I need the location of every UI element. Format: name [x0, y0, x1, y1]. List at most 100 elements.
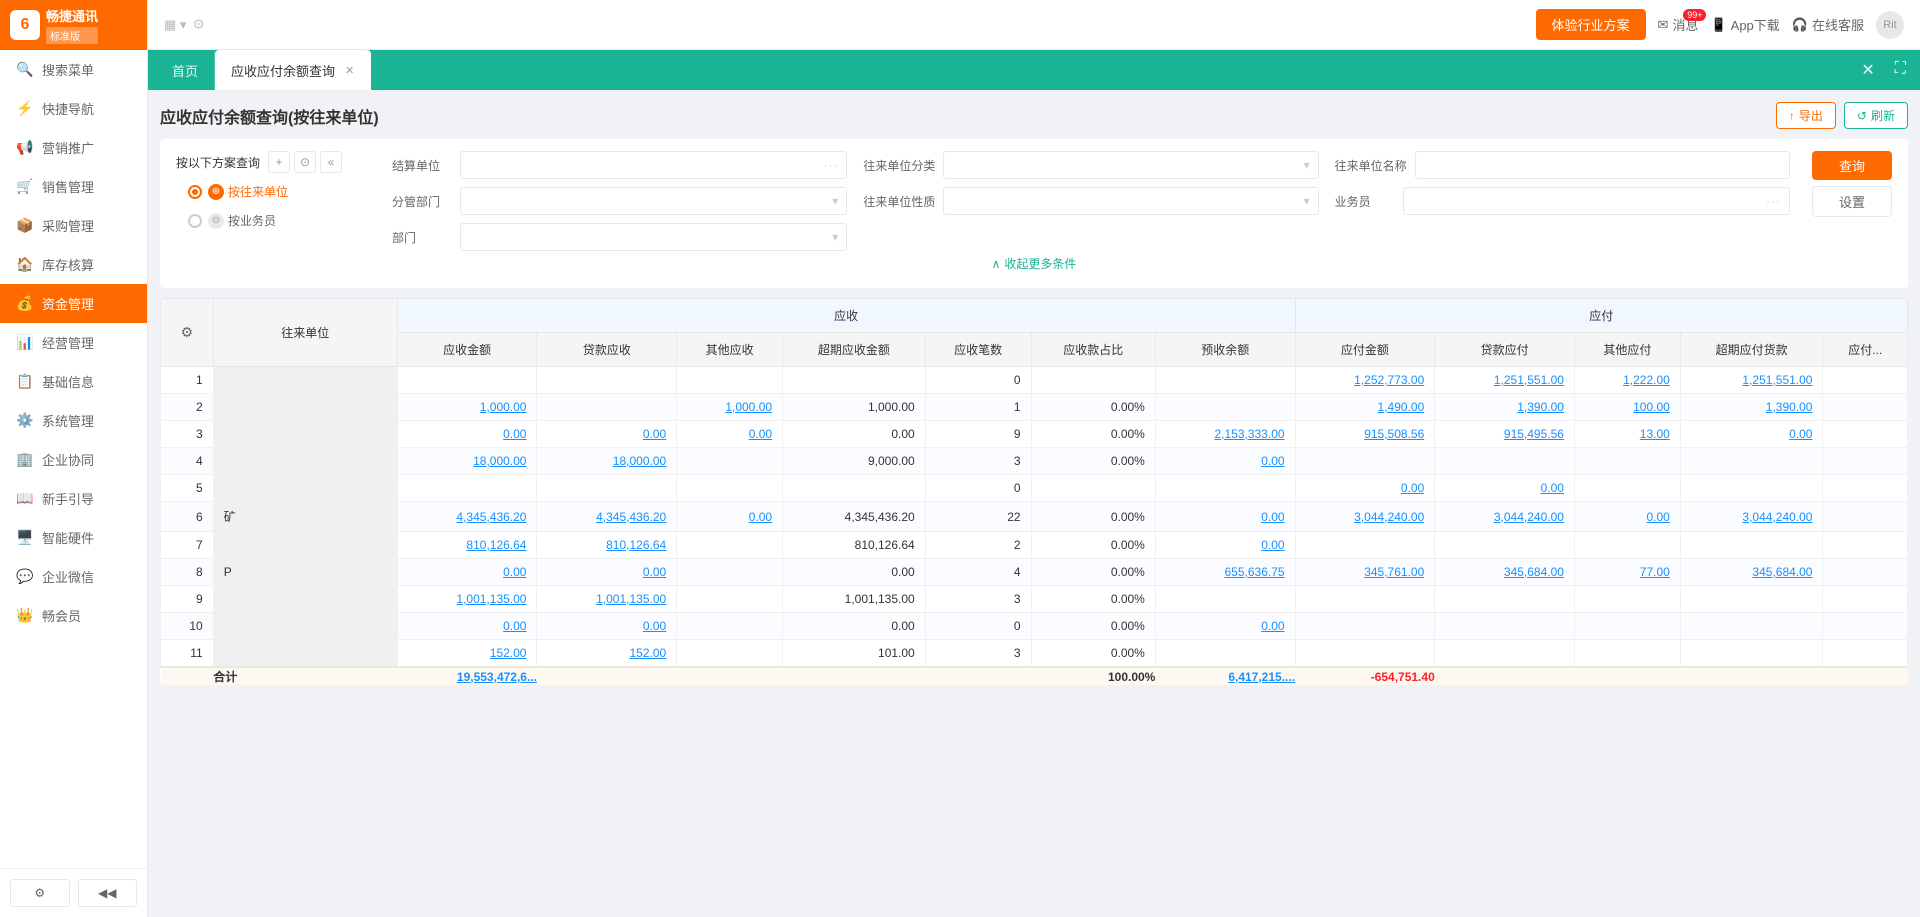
overdue-receivable: 9,000.00 — [783, 448, 926, 475]
tab-query[interactable]: 应收应付余额查询 ✕ — [215, 50, 371, 90]
table-settings-icon[interactable]: ⚙ — [181, 324, 194, 340]
loan-receivable[interactable]: 18,000.00 — [537, 448, 677, 475]
receivable-amount[interactable]: 4,345,436.20 — [397, 502, 537, 532]
dept-input[interactable]: ▾ — [460, 187, 847, 215]
online-service-btn[interactable]: 🎧 在线客服 — [1792, 15, 1864, 34]
other-receivable[interactable]: 0.00 — [677, 502, 783, 532]
payable-amount[interactable]: 345,761.00 — [1295, 559, 1435, 586]
sidebar-item-6[interactable]: 💰资金管理 — [0, 284, 147, 323]
sidebar-item-11[interactable]: 📖新手引导 — [0, 479, 147, 518]
branch-dept-input[interactable]: ▾ — [460, 223, 847, 251]
payable-amount[interactable]: 915,508.56 — [1295, 421, 1435, 448]
export-btn[interactable]: ↑ 导出 — [1776, 102, 1836, 129]
add-scheme-btn[interactable]: + — [268, 151, 290, 173]
salesman-input[interactable]: ··· — [1403, 187, 1790, 215]
query-btn[interactable]: 查询 — [1812, 151, 1892, 180]
other-payable[interactable]: 100.00 — [1574, 394, 1680, 421]
receivable-amount[interactable]: 152.00 — [397, 640, 537, 668]
table-wrapper[interactable]: ⚙ 往来单位 应收 应付 应收金额 贷款应收 其他应收 超期应收金额 应收笔数 — [160, 298, 1908, 685]
loan-receivable[interactable]: 152.00 — [537, 640, 677, 668]
receivable-amount[interactable]: 0.00 — [397, 421, 537, 448]
more-scheme-btn[interactable]: « — [320, 151, 342, 173]
receivable-amount[interactable]: 0.00 — [397, 613, 537, 640]
edit-scheme-btn[interactable]: ⊙ — [294, 151, 316, 173]
receivable-amount[interactable]: 1,001,135.00 — [397, 586, 537, 613]
loan-receivable[interactable]: 0.00 — [537, 613, 677, 640]
sidebar-item-0[interactable]: 🔍搜索菜单 — [0, 50, 147, 89]
total-prepaid[interactable]: 6,417,215.... — [1155, 667, 1295, 685]
message-btn[interactable]: ✉ 消息 99+ — [1658, 15, 1699, 34]
prepaid[interactable]: 655,636.75 — [1155, 559, 1295, 586]
sidebar-item-10[interactable]: 🏢企业协同 — [0, 440, 147, 479]
breadcrumb: ▦ ▾ ⚙ — [164, 16, 1524, 33]
sidebar-item-8[interactable]: 📋基础信息 — [0, 362, 147, 401]
trial-btn[interactable]: 体验行业方案 — [1536, 9, 1646, 40]
other-receivable[interactable]: 1,000.00 — [677, 394, 783, 421]
sidebar-item-14[interactable]: 👑畅会员 — [0, 596, 147, 635]
loan-receivable[interactable]: 0.00 — [537, 421, 677, 448]
loan-payable[interactable]: 1,251,551.00 — [1435, 367, 1575, 394]
loan-payable[interactable]: 915,495.56 — [1435, 421, 1575, 448]
prepaid[interactable]: 0.00 — [1155, 532, 1295, 559]
prepaid[interactable]: 0.00 — [1155, 448, 1295, 475]
tab-close-window-btn[interactable]: ✕ — [1855, 58, 1880, 82]
tab-close-icon[interactable]: ✕ — [345, 64, 354, 77]
loan-payable[interactable]: 3,044,240.00 — [1435, 502, 1575, 532]
receivable-amount[interactable]: 1,000.00 — [397, 394, 537, 421]
filter-collapse-btn[interactable]: ∧ 收起更多条件 — [176, 251, 1892, 276]
overdue-payable[interactable]: 3,044,240.00 — [1680, 502, 1823, 532]
loan-payable[interactable]: 0.00 — [1435, 475, 1575, 502]
prepaid[interactable]: 2,153,333.00 — [1155, 421, 1295, 448]
loan-receivable[interactable]: 1,001,135.00 — [537, 586, 677, 613]
sidebar-item-4[interactable]: 📦采购管理 — [0, 206, 147, 245]
payable-amount[interactable]: 1,490.00 — [1295, 394, 1435, 421]
payable-amount[interactable]: 0.00 — [1295, 475, 1435, 502]
scheme-by-unit[interactable]: ⊕ 按往来单位 — [180, 179, 376, 204]
other-payable[interactable]: 77.00 — [1574, 559, 1680, 586]
unit-nature-input[interactable]: ▾ — [943, 187, 1318, 215]
setting-btn[interactable]: 设置 — [1812, 186, 1892, 217]
total-receivable[interactable]: 19,553,472,6... — [397, 667, 537, 685]
sidebar-item-3[interactable]: 🛒销售管理 — [0, 167, 147, 206]
scheme-by-salesman[interactable]: ⊙ 按业务员 — [180, 208, 376, 233]
other-payable[interactable]: 0.00 — [1574, 502, 1680, 532]
prepaid[interactable]: 0.00 — [1155, 502, 1295, 532]
loan-receivable[interactable]: 4,345,436.20 — [537, 502, 677, 532]
tab-home[interactable]: 首页 — [156, 50, 215, 90]
payable-amount[interactable]: 1,252,773.00 — [1295, 367, 1435, 394]
prepaid[interactable]: 0.00 — [1155, 613, 1295, 640]
sidebar-item-5[interactable]: 🏠库存核算 — [0, 245, 147, 284]
overdue-payable[interactable]: 1,251,551.00 — [1680, 367, 1823, 394]
other-payable[interactable]: 1,222.00 — [1574, 367, 1680, 394]
loan-receivable[interactable]: 810,126.64 — [537, 532, 677, 559]
overdue-payable[interactable]: 0.00 — [1680, 421, 1823, 448]
sidebar-item-13[interactable]: 💬企业微信 — [0, 557, 147, 596]
other-payable[interactable]: 13.00 — [1574, 421, 1680, 448]
sidebar-item-1[interactable]: ⚡快捷导航 — [0, 89, 147, 128]
tab-maximize-btn[interactable]: ⛶ — [1889, 58, 1912, 82]
unit-name-input[interactable] — [1415, 151, 1790, 179]
sidebar-collapse-btn[interactable]: ◀◀ — [78, 879, 138, 907]
refresh-btn[interactable]: ↺ 刷新 — [1844, 102, 1908, 129]
settlement-unit-input[interactable]: ··· — [460, 151, 847, 179]
other-receivable[interactable]: 0.00 — [677, 421, 783, 448]
unit-category-input[interactable]: ▾ — [943, 151, 1318, 179]
col-settings[interactable]: ⚙ — [161, 299, 214, 367]
sidebar-item-12[interactable]: 🖥️智能硬件 — [0, 518, 147, 557]
payable-amount[interactable]: 3,044,240.00 — [1295, 502, 1435, 532]
app-download-btn[interactable]: 📱 App下载 — [1710, 15, 1779, 34]
loan-payable[interactable]: 1,390.00 — [1435, 394, 1575, 421]
loan-payable[interactable]: 345,684.00 — [1435, 559, 1575, 586]
receivable-amount[interactable]: 0.00 — [397, 559, 537, 586]
sidebar-item-2[interactable]: 📢营销推广 — [0, 128, 147, 167]
sidebar-item-7[interactable]: 📊经营管理 — [0, 323, 147, 362]
receivable-amount[interactable]: 810,126.64 — [397, 532, 537, 559]
sidebar-settings-btn[interactable]: ⚙ — [10, 879, 70, 907]
loan-receivable[interactable]: 0.00 — [537, 559, 677, 586]
overdue-payable[interactable]: 345,684.00 — [1680, 559, 1823, 586]
receivable-amount[interactable]: 18,000.00 — [397, 448, 537, 475]
loan-receivable — [537, 475, 677, 502]
user-avatar[interactable]: Rit — [1876, 11, 1904, 39]
overdue-payable[interactable]: 1,390.00 — [1680, 394, 1823, 421]
sidebar-item-9[interactable]: ⚙️系统管理 — [0, 401, 147, 440]
